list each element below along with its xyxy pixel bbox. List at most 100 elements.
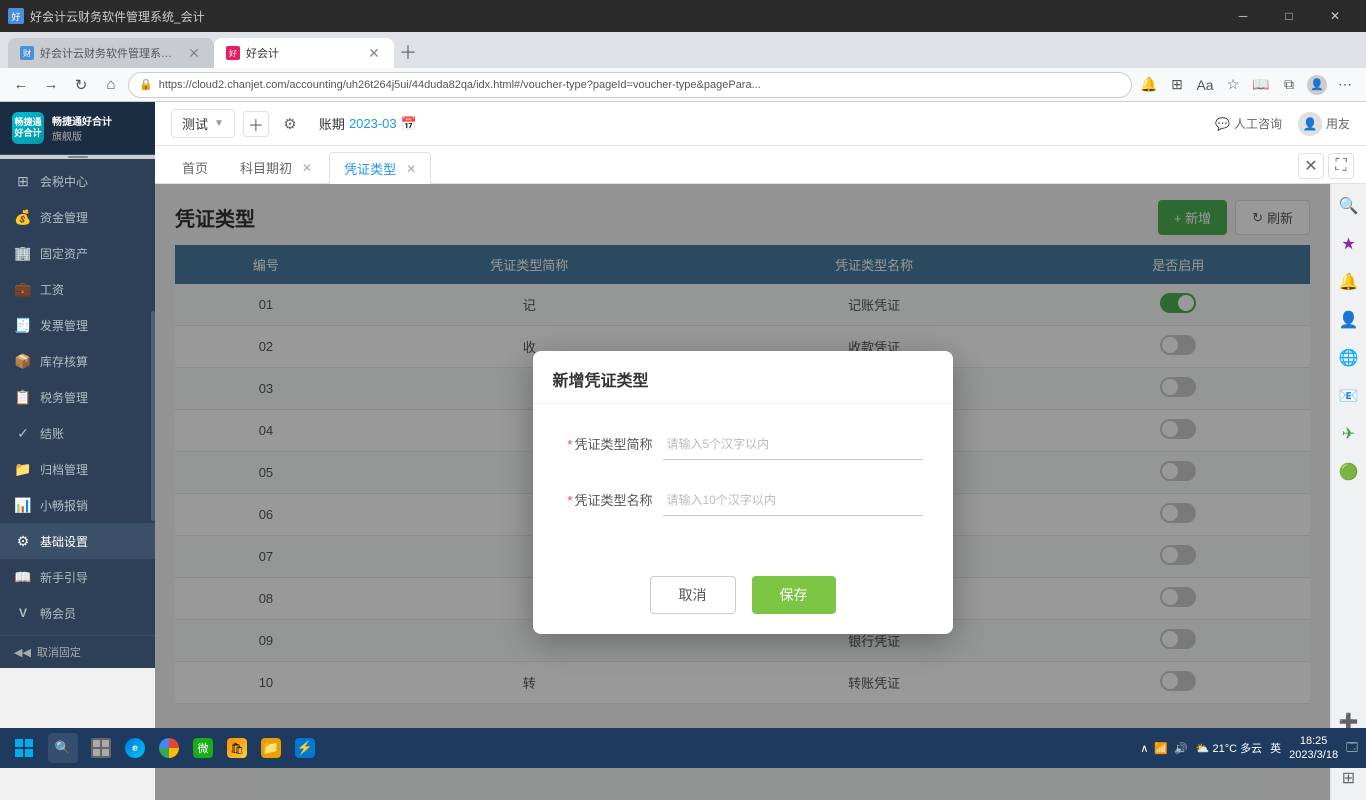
tab2-close[interactable]: ✕ [366, 45, 382, 61]
rp-green-button[interactable]: 🟢 [1335, 458, 1363, 486]
period-info: 账期 2023-03 📅 [319, 114, 417, 133]
toolbar-actions: 🔔 ⊞ Aa ☆ 📖 ⧉ 👤 ⋯ [1136, 72, 1358, 98]
window-controls[interactable]: ─ □ ✕ [1220, 0, 1358, 32]
new-voucher-dialog: 新增凭证类型 *凭证类型简称 *凭证类型名称 [533, 351, 953, 634]
start-button[interactable] [8, 732, 40, 764]
rp-search-button[interactable]: 🔍 [1335, 192, 1363, 220]
maximize-button[interactable]: □ [1266, 0, 1312, 32]
forward-button[interactable]: → [38, 72, 64, 98]
workspace-settings-button[interactable]: ⚙ [277, 111, 303, 137]
consultant-icon: 💬 [1215, 117, 1230, 131]
close-button[interactable]: ✕ [1312, 0, 1358, 32]
rp-outlook-button[interactable]: 🌐 [1335, 344, 1363, 372]
app-topbar: 测试 ▼ ＋ ⚙ 账期 2023-03 📅 💬 人工咨询 👤 用友 [155, 102, 1366, 146]
tab-home[interactable]: 首页 [167, 151, 223, 183]
taskbar: 🔍 e 微 🛍 📁 ⚡ ∧ [0, 728, 1366, 768]
immersive-button[interactable]: Aa [1192, 72, 1218, 98]
sidebar-item-guide[interactable]: 📖 新手引导 [0, 559, 155, 595]
sidebar-item-inventory[interactable]: 📦 库存核算 [0, 343, 155, 379]
notifications-button[interactable]: 🗔 [1346, 739, 1358, 758]
sidebar-item-label: 新手引导 [40, 569, 88, 586]
sidebar-header: 畅捷通好合计 畅捷通好合计 旗舰版 [0, 102, 155, 155]
workspace-selector[interactable]: 测试 ▼ [171, 109, 235, 138]
sidebar-item-tax[interactable]: 📋 税务管理 [0, 379, 155, 415]
sidebar-item-finance[interactable]: 💰 资金管理 [0, 199, 155, 235]
taskbar-icon-store[interactable]: 🛍 [222, 733, 252, 763]
invoice-icon: 🧾 [14, 316, 32, 334]
sidebar-container: 畅捷通好合计 畅捷通好合计 旗舰版 ⊞ 会税中心 💰 资金管理 [0, 102, 155, 800]
add-workspace-button[interactable]: ＋ [243, 111, 269, 137]
profile-button[interactable]: 👤 [1304, 72, 1330, 98]
browser-tab-1[interactable]: 财 好会计云财务软件管理系统_会计 ✕ [8, 38, 214, 68]
sidebar: 畅捷通好合计 畅捷通好合计 旗舰版 ⊞ 会税中心 💰 资金管理 [0, 102, 155, 668]
page-tab-bar: 首页 科目期初 ✕ 凭证类型 ✕ ✕ ⛶ [155, 146, 1366, 184]
collections-button[interactable]: ⊞ [1164, 72, 1190, 98]
consultant-button[interactable]: 💬 人工咨询 [1215, 115, 1282, 132]
sidebar-item-basic[interactable]: ⚙ 基础设置 [0, 523, 155, 559]
sidebar-item-invoice[interactable]: 🧾 发票管理 [0, 307, 155, 343]
sidebar-item-member[interactable]: V 畅会员 [0, 595, 155, 631]
save-button[interactable]: 保存 [752, 576, 836, 614]
close-tab-button[interactable]: ✕ [1298, 153, 1324, 179]
abbr-input[interactable] [663, 428, 923, 460]
taskbar-search-button[interactable]: 🔍 [48, 733, 78, 763]
favorites-button[interactable]: ☆ [1220, 72, 1246, 98]
rp-mail-button[interactable]: 📧 [1335, 382, 1363, 410]
period-label: 账期 [319, 114, 345, 133]
url-bar[interactable]: 🔒 https://cloud2.chanjet.com/accounting/… [128, 72, 1132, 98]
url-text: https://cloud2.chanjet.com/accounting/uh… [159, 79, 761, 91]
tab-subject[interactable]: 科目期初 ✕ [225, 151, 327, 183]
taskbar-icon-edge2[interactable]: ⚡ [290, 733, 320, 763]
reload-button[interactable]: ↻ [68, 72, 94, 98]
menu-button[interactable]: ⋯ [1332, 72, 1358, 98]
reader-button[interactable]: 📖 [1248, 72, 1274, 98]
taskbar-up-arrow[interactable]: ∧ [1140, 742, 1148, 755]
sidebar-item-dashboard[interactable]: ⊞ 会税中心 [0, 163, 155, 199]
taskbar-icon-task-view[interactable] [86, 733, 116, 763]
new-tab-button[interactable]: ＋ [394, 38, 422, 66]
user-button[interactable]: 👤 用友 [1298, 112, 1350, 136]
cancel-button[interactable]: 取消 [650, 576, 736, 614]
rp-user-button[interactable]: 👤 [1335, 306, 1363, 334]
sidebar-item-archive[interactable]: 📁 归档管理 [0, 451, 155, 487]
taskbar-icon-chrome[interactable] [154, 733, 184, 763]
rp-star-button[interactable]: ★ [1335, 230, 1363, 258]
sidebar-item-report[interactable]: 📊 小畅报销 [0, 487, 155, 523]
back-button[interactable]: ← [8, 72, 34, 98]
taskbar-wifi-icon: 📶 [1154, 742, 1168, 755]
taskbar-icon-edge[interactable]: e [120, 733, 150, 763]
extensions-button[interactable]: 🔔 [1136, 72, 1162, 98]
sidebar-item-assets[interactable]: 🏢 固定资产 [0, 235, 155, 271]
browser-tab-2[interactable]: 好 好会计 ✕ [214, 38, 394, 68]
archive-icon: 📁 [14, 460, 32, 478]
sidebar-footer[interactable]: ◀◀ 取消固定 [0, 635, 155, 668]
workspace-name: 测试 [182, 114, 208, 133]
tab1-close[interactable]: ✕ [186, 45, 202, 61]
sidebar-item-label: 会税中心 [40, 173, 88, 190]
tab-home-label: 首页 [182, 158, 208, 177]
minimize-button[interactable]: ─ [1220, 0, 1266, 32]
rp-notify-button[interactable]: 🔔 [1335, 268, 1363, 296]
rp-flight-button[interactable]: ✈ [1335, 420, 1363, 448]
sidebar-item-payroll[interactable]: 💼 工资 [0, 271, 155, 307]
content-area: 凭证类型 + 新增 ↻ 刷新 编号 [155, 184, 1366, 800]
finance-icon: 💰 [14, 208, 32, 226]
sidebar-item-settlement[interactable]: ✓ 结账 [0, 415, 155, 451]
main-area: 测试 ▼ ＋ ⚙ 账期 2023-03 📅 💬 人工咨询 👤 用友 [155, 102, 1366, 800]
workspace-arrow-icon: ▼ [214, 118, 224, 129]
split-button[interactable]: ⧉ [1276, 72, 1302, 98]
name-input[interactable] [663, 484, 923, 516]
tab2-favicon: 好 [226, 46, 240, 60]
rp-grid-button[interactable]: ⊞ [1335, 764, 1363, 792]
period-value: 2023-03 [349, 116, 397, 131]
maximize-tab-button[interactable]: ⛶ [1328, 153, 1354, 179]
tab-subject-close[interactable]: ✕ [302, 161, 312, 175]
taskbar-icon-files[interactable]: 📁 [256, 733, 286, 763]
app-container: 畅捷通好合计 畅捷通好合计 旗舰版 ⊞ 会税中心 💰 资金管理 [0, 102, 1366, 800]
tab-voucher[interactable]: 凭证类型 ✕ [329, 152, 431, 184]
browser-chrome: 财 好会计云财务软件管理系统_会计 ✕ 好 好会计 ✕ ＋ ← → ↻ ⌂ 🔒 … [0, 32, 1366, 102]
taskbar-sound-icon: 🔊 [1174, 742, 1188, 755]
tab-voucher-close[interactable]: ✕ [406, 162, 416, 176]
taskbar-icon-wechat[interactable]: 微 [188, 733, 218, 763]
home-button[interactable]: ⌂ [98, 72, 124, 98]
